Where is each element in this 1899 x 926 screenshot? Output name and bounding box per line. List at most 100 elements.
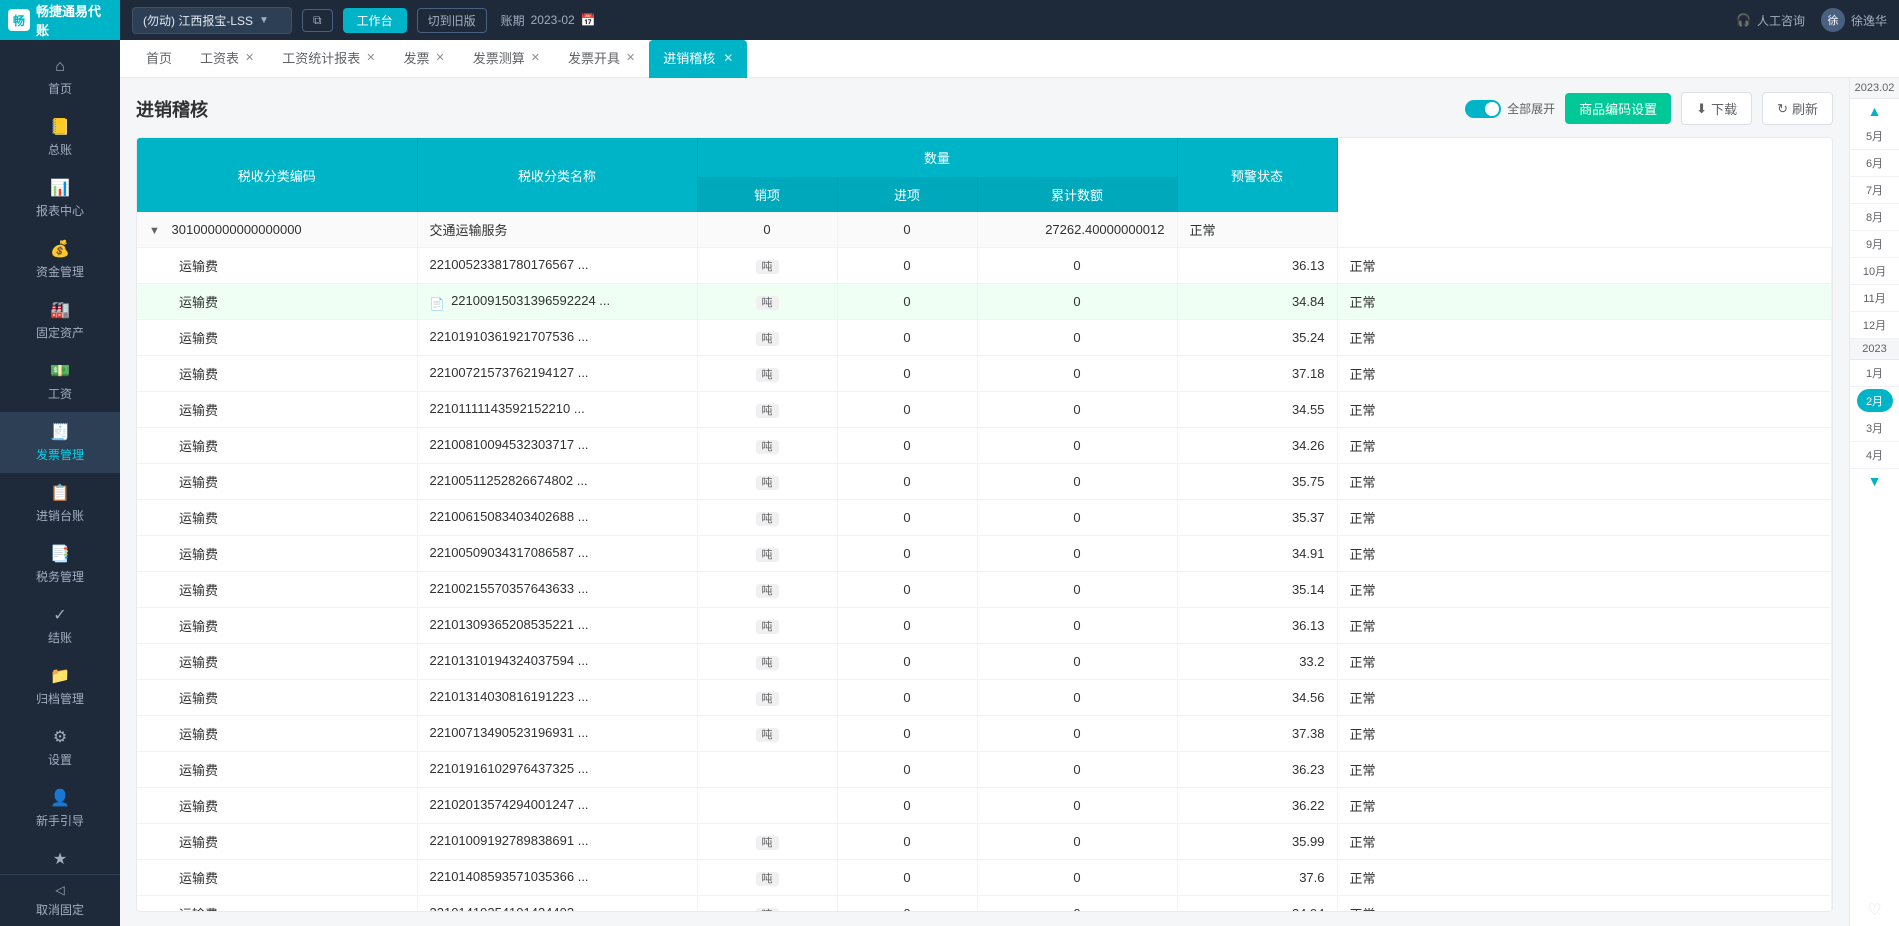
tag-cell: 吨 (697, 248, 837, 284)
unit-tag: 吨 (756, 476, 779, 490)
total-cell: 35.14 (1177, 572, 1337, 608)
refresh-button[interactable]: ↻ 刷新 (1762, 92, 1833, 125)
sidebar-unpin-button[interactable]: ◁ 取消固定 (0, 874, 120, 926)
child-name-cell: 运输费 (137, 644, 417, 680)
calendar-month-active[interactable]: 2月 (1857, 389, 1893, 413)
calendar-month-6[interactable]: 6月 (1850, 150, 1899, 177)
tab-salary-stats-close-icon[interactable]: ✕ (366, 51, 375, 64)
company-selector[interactable]: (勿动) 江西报宝-LSS ▼ (132, 7, 292, 34)
invoice-no-cell: 📄 22100915031396592224 ... (417, 284, 697, 320)
tab-purchase-close-icon[interactable]: ✕ (723, 51, 733, 65)
calendar-sidebar: 2023.02 ▲ 5月 6月 7月 8月 9月 10月 11月 12月 202… (1849, 78, 1899, 926)
archive-icon: 📁 (50, 666, 70, 686)
tab-salary-stats-label: 工资统计报表 (282, 48, 360, 67)
workbench-button[interactable]: 工作台 (343, 8, 407, 33)
sidebar-item-general-ledger[interactable]: 📒 总账 (0, 107, 120, 168)
tab-salary-table[interactable]: 工资表 ✕ (186, 40, 268, 78)
tab-invoice-calc-label: 发票测算 (473, 48, 525, 67)
status-cell: 正常 (1337, 680, 1832, 716)
sidebar-item-label: 设置 (48, 751, 72, 768)
expand-toggle[interactable]: 全部展开 (1465, 100, 1555, 118)
invoice-no-cell: 22101910361921707536 ... (417, 320, 697, 356)
purchase-cell: 0 (977, 284, 1177, 320)
status-cell: 正常 (1337, 248, 1832, 284)
tab-salary-close-icon[interactable]: ✕ (245, 51, 254, 64)
child-name: 运输费 (149, 619, 218, 634)
calendar-month-9[interactable]: 9月 (1850, 231, 1899, 258)
copy-button[interactable]: ⧉ (302, 9, 333, 32)
refresh-label: 刷新 (1792, 99, 1818, 118)
sidebar-item-settings[interactable]: ⚙ 设置 (0, 717, 120, 778)
table-row: 运输费22100511252826674802 ...吨0035.75正常 (137, 464, 1832, 500)
tab-home[interactable]: 首页 (132, 40, 186, 78)
calendar-up-arrow[interactable]: ▲ (1850, 99, 1899, 123)
sidebar-item-label: 固定资产 (36, 324, 84, 341)
purchase-cell: 0 (977, 536, 1177, 572)
status-cell: 正常 (1337, 860, 1832, 896)
tag-cell (697, 752, 837, 788)
tab-invoice[interactable]: 发票 ✕ (389, 40, 458, 78)
sidebar-item-new-guide[interactable]: 👤 新手引导 (0, 778, 120, 839)
tab-invoice-calc-close-icon[interactable]: ✕ (531, 51, 540, 64)
tab-invoice-close-icon[interactable]: ✕ (436, 51, 445, 64)
settings-icon: ⚙ (53, 727, 67, 747)
service-button[interactable]: 🎧 人工咨询 (1736, 12, 1805, 29)
sidebar-item-salary[interactable]: 💵 工资 (0, 351, 120, 412)
calendar-month-5[interactable]: 5月 (1850, 123, 1899, 150)
invoice-no: 22101009192789838691 ... (430, 833, 589, 848)
sidebar-item-member[interactable]: ★ 畅会员 (0, 839, 120, 874)
tab-invoice-issue-label: 发票开具 (568, 48, 620, 67)
calendar-month-7[interactable]: 7月 (1850, 177, 1899, 204)
tab-salary-stats[interactable]: 工资统计报表 ✕ (268, 40, 389, 78)
invoice-no-cell: 22102013574294001247 ... (417, 788, 697, 824)
switch-old-button[interactable]: 切到旧版 (417, 8, 487, 33)
unpin-icon: ◁ (55, 883, 64, 897)
purchase-cell: 0 (977, 896, 1177, 913)
sidebar-item-fund-management[interactable]: 💰 资金管理 (0, 229, 120, 290)
calendar-month-3[interactable]: 3月 (1850, 415, 1899, 442)
collapse-icon[interactable]: ▼ (149, 225, 160, 237)
favorite-icon[interactable]: ♡ (1850, 894, 1899, 926)
unit-tag: 吨 (756, 512, 779, 526)
calendar-month-11[interactable]: 11月 (1850, 285, 1899, 312)
sidebar-item-invoice-management[interactable]: 🧾 发票管理 (0, 412, 120, 473)
sidebar-item-tax-management[interactable]: 📑 税务管理 (0, 534, 120, 595)
tab-purchase-sales-check[interactable]: 进销稽核 ✕ (649, 40, 747, 78)
tag-cell: 吨 (697, 320, 837, 356)
user-profile[interactable]: 徐 徐逸华 (1821, 8, 1887, 32)
child-name: 运输费 (149, 295, 218, 310)
toggle-track[interactable] (1465, 100, 1501, 118)
calendar-month-10[interactable]: 10月 (1850, 258, 1899, 285)
download-button[interactable]: ⬇ 下载 (1681, 92, 1752, 125)
parent-total-cell: 27262.40000000012 (977, 212, 1177, 248)
calendar-month-12[interactable]: 12月 (1850, 312, 1899, 339)
sales-cell: 0 (837, 752, 977, 788)
tab-invoice-calc[interactable]: 发票测算 ✕ (459, 40, 554, 78)
child-name-cell: 运输费 (137, 248, 417, 284)
tab-invoice-issue[interactable]: 发票开具 ✕ (554, 40, 649, 78)
invoice-no-cell: 22101111143592152210 ... (417, 392, 697, 428)
sidebar-item-settlement[interactable]: ✓ 结账 (0, 595, 120, 656)
copy-icon: ⧉ (313, 13, 322, 27)
sidebar-item-archive[interactable]: 📁 归档管理 (0, 656, 120, 717)
child-name-cell: 运输费 (137, 284, 417, 320)
tab-invoice-issue-close-icon[interactable]: ✕ (626, 51, 635, 64)
sales-cell: 0 (837, 356, 977, 392)
unit-tag: 吨 (756, 872, 779, 886)
child-name: 运输费 (149, 691, 218, 706)
toggle-thumb (1485, 102, 1499, 116)
sidebar-item-purchase-sales[interactable]: 📋 进销台账 (0, 473, 120, 534)
sales-cell: 0 (837, 500, 977, 536)
page-title: 进销稽核 (136, 96, 208, 122)
calendar-down-arrow[interactable]: ▼ (1850, 469, 1899, 493)
child-name-cell: 运输费 (137, 680, 417, 716)
calendar-month-1[interactable]: 1月 (1850, 360, 1899, 387)
product-code-button[interactable]: 商品编码设置 (1565, 93, 1671, 124)
sidebar-item-report-center[interactable]: 📊 报表中心 (0, 168, 120, 229)
sidebar-item-fixed-assets[interactable]: 🏭 固定资产 (0, 290, 120, 351)
invoice-no: 22100523381780176567 ... (430, 257, 589, 272)
calendar-month-8[interactable]: 8月 (1850, 204, 1899, 231)
child-name: 运输费 (149, 439, 218, 454)
calendar-month-4[interactable]: 4月 (1850, 442, 1899, 469)
sidebar-item-home[interactable]: ⌂ 首页 (0, 48, 120, 107)
